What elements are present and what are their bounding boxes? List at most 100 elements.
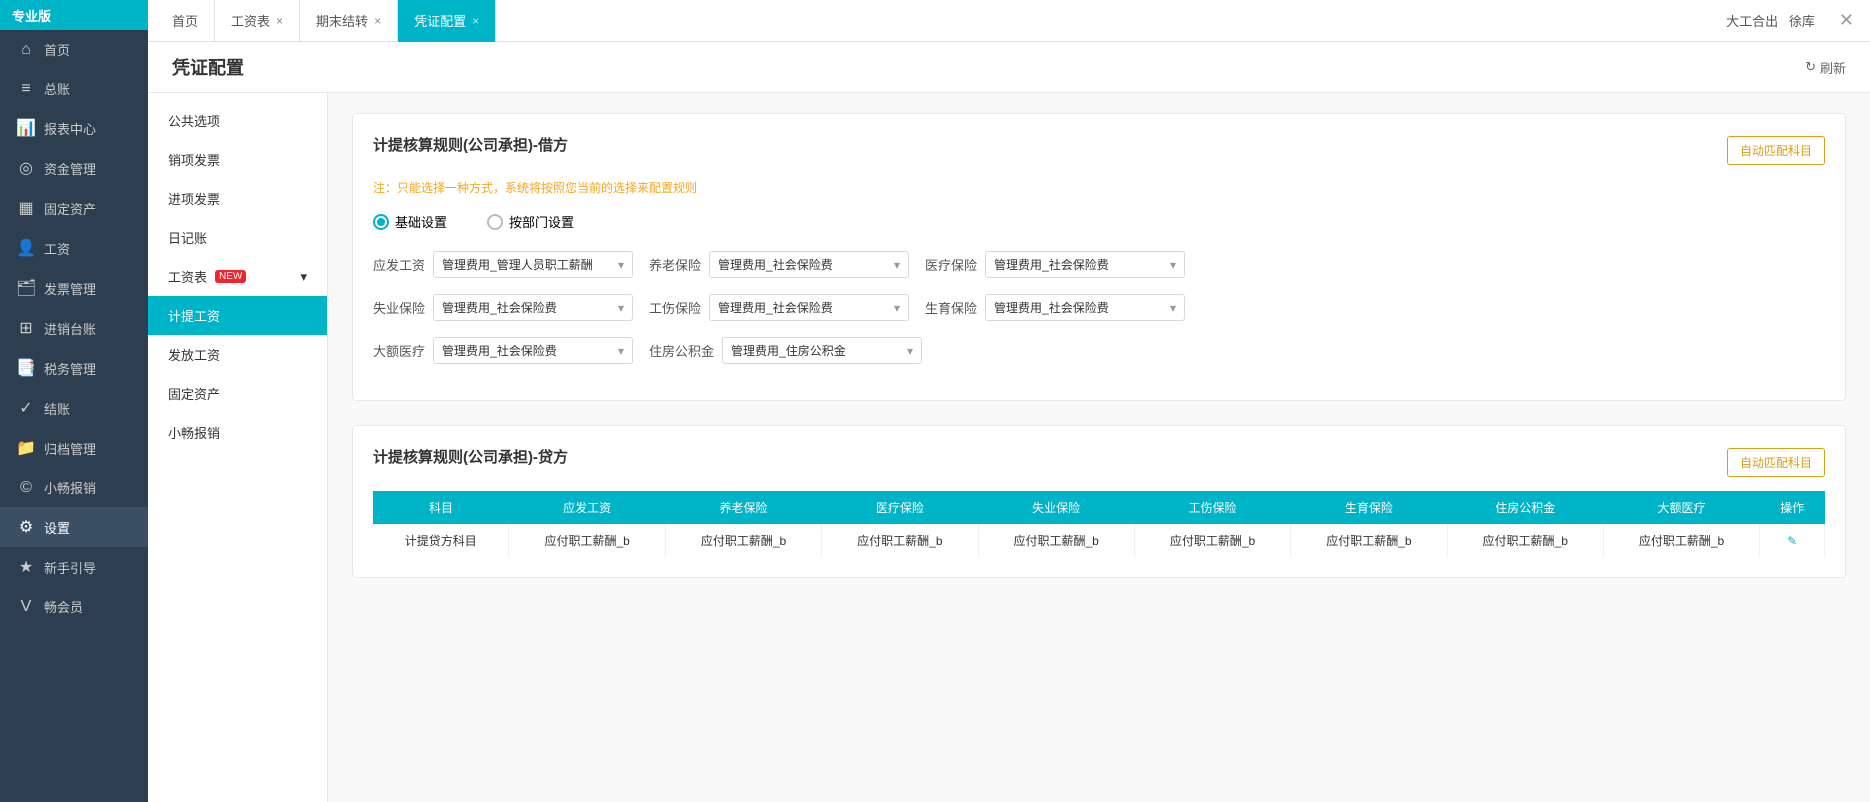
sidebar: 专业版 ⌂ 首页 ≡ 总账 📊 报表中心 ◎ 资金管理 ▦ 固定资产 👤 工资 … xyxy=(0,0,148,802)
sidebar-item-fund-mgmt[interactable]: ◎ 资金管理 xyxy=(0,148,148,188)
nav-journal[interactable]: 日记账 xyxy=(148,218,327,257)
sidebar-item-label: 发票管理 xyxy=(44,279,96,298)
nav-xiaochang-expense[interactable]: 小畅报销 xyxy=(148,413,327,452)
col-header-maternity: 生育保险 xyxy=(1291,491,1447,524)
close-voucher-config-tab[interactable]: × xyxy=(472,14,479,28)
debit-form-item-injury: 工伤保险 管理费用_社会保险费 ▾ xyxy=(649,294,909,321)
sidebar-item-archive-mgmt[interactable]: 📁 归档管理 xyxy=(0,428,148,468)
debit-form-item-pension: 养老保险 管理费用_社会保险费 ▾ xyxy=(649,251,909,278)
debit-section: 计提核算规则(公司承担)-借方 自动匹配科目 注：只能选择一种方式，系统将按照您… xyxy=(352,113,1846,401)
unemployment-label: 失业保险 xyxy=(373,298,425,317)
settings-icon: ⚙ xyxy=(16,517,36,537)
col-header-unemployment: 失业保险 xyxy=(978,491,1134,524)
debit-form-row-2: 失业保险 管理费用_社会保险费 ▾ 工伤保险 管理费用_社会保险费 ▾ xyxy=(373,294,1825,321)
debit-form-item-salary: 应发工资 管理费用_管理人员职工薪酬 ▾ xyxy=(373,251,633,278)
radio-basic-setup[interactable]: 基础设置 xyxy=(373,212,447,231)
nav-purchase-invoice[interactable]: 进项发票 xyxy=(148,179,327,218)
tab-salary[interactable]: 工资表 × xyxy=(215,0,300,42)
debit-auto-match-button[interactable]: 自动匹配科目 xyxy=(1727,136,1825,165)
credit-section-title: 计提核算规则(公司承担)-贷方 xyxy=(373,446,568,467)
sidebar-item-report-center[interactable]: 📊 报表中心 xyxy=(0,108,148,148)
major-medical-select[interactable]: 管理费用_社会保险费 ▾ xyxy=(433,337,633,364)
sidebar-item-label: 归档管理 xyxy=(44,439,96,458)
debit-form-item-maternity: 生育保险 管理费用_社会保险费 ▾ xyxy=(925,294,1185,321)
sidebar-item-salary[interactable]: 👤 工资 xyxy=(0,228,148,268)
nav-sales-invoice[interactable]: 销项发票 xyxy=(148,140,327,179)
sidebar-item-vip[interactable]: V 畅会员 xyxy=(0,587,148,626)
chevron-down-icon: ▾ xyxy=(1170,258,1176,272)
topbar: 首页 工资表 × 期末结转 × 凭证配置 × 大工合出 徐库 ✕ xyxy=(148,0,1870,42)
col-header-major-medical: 大额医疗 xyxy=(1603,491,1759,524)
sidebar-item-label: 首页 xyxy=(44,40,70,59)
assets-icon: ▦ xyxy=(16,198,36,218)
col-header-salary: 应发工资 xyxy=(509,491,665,524)
sidebar-item-invoice-mgmt[interactable]: 🗂 发票管理 xyxy=(0,268,148,308)
debit-section-header: 计提核算规则(公司承担)-借方 自动匹配科目 xyxy=(373,134,1825,167)
salary-select[interactable]: 管理费用_管理人员职工薪酬 ▾ xyxy=(433,251,633,278)
debit-section-title: 计提核算规则(公司承担)-借方 xyxy=(373,134,568,155)
sidebar-item-settings[interactable]: ⚙ 设置 xyxy=(0,507,148,547)
debit-form-item-housing-fund: 住房公积金 管理费用_住房公积金 ▾ xyxy=(649,337,922,364)
cell-pension: 应付职工薪酬_b xyxy=(665,524,821,557)
sidebar-item-new-guide[interactable]: ★ 新手引导 xyxy=(0,547,148,587)
maternity-label: 生育保险 xyxy=(925,298,977,317)
radio-dept-setup[interactable]: 按部门设置 xyxy=(487,212,574,231)
debit-form-row-1: 应发工资 管理费用_管理人员职工薪酬 ▾ 养老保险 管理费用_社会保险费 ▾ xyxy=(373,251,1825,278)
tab-home[interactable]: 首页 xyxy=(156,0,215,42)
housing-fund-select[interactable]: 管理费用_住房公积金 ▾ xyxy=(722,337,922,364)
tab-period-end[interactable]: 期末结转 × xyxy=(300,0,398,42)
cell-major-medical: 应付职工薪酬_b xyxy=(1603,524,1759,557)
cell-housing-fund: 应付职工薪酬_b xyxy=(1447,524,1603,557)
medical-select[interactable]: 管理费用_社会保险费 ▾ xyxy=(985,251,1185,278)
nav-salary-table[interactable]: 工资表 NEW ▾ xyxy=(148,257,327,296)
vip-icon: V xyxy=(16,598,36,616)
medical-label: 医疗保险 xyxy=(925,255,977,274)
col-header-medical: 医疗保险 xyxy=(822,491,978,524)
expand-icon: ▾ xyxy=(300,269,307,285)
maternity-select[interactable]: 管理费用_社会保险费 ▾ xyxy=(985,294,1185,321)
pension-select[interactable]: 管理费用_社会保险费 ▾ xyxy=(709,251,909,278)
app-edition: 专业版 xyxy=(12,6,51,25)
edit-icon[interactable]: ✎ xyxy=(1787,534,1797,548)
salary-icon: 👤 xyxy=(16,238,36,258)
sidebar-item-label: 工资 xyxy=(44,239,70,258)
credit-auto-match-button[interactable]: 自动匹配科目 xyxy=(1727,448,1825,477)
sidebar-item-fixed-assets[interactable]: ▦ 固定资产 xyxy=(0,188,148,228)
cell-injury: 应付职工薪酬_b xyxy=(1134,524,1290,557)
sidebar-item-settlement[interactable]: ✓ 结账 xyxy=(0,388,148,428)
injury-select[interactable]: 管理费用_社会保险费 ▾ xyxy=(709,294,909,321)
debit-form-item-unemployment: 失业保险 管理费用_社会保险费 ▾ xyxy=(373,294,633,321)
sidebar-item-tax-mgmt[interactable]: 📑 税务管理 xyxy=(0,348,148,388)
chevron-down-icon: ▾ xyxy=(618,258,624,272)
sidebar-item-home[interactable]: ⌂ 首页 xyxy=(0,30,148,69)
sidebar-item-purchase-sales[interactable]: ⊞ 进销台账 xyxy=(0,308,148,348)
guide-icon: ★ xyxy=(16,557,36,577)
credit-section: 计提核算规则(公司承担)-贷方 自动匹配科目 科目 应发工资 养老保险 医疗保险… xyxy=(352,425,1846,578)
page-title: 凭证配置 xyxy=(172,54,244,80)
debit-radio-group: 基础设置 按部门设置 xyxy=(373,212,1825,231)
sidebar-item-xiaochang-report[interactable]: © 小畅报销 xyxy=(0,468,148,507)
nav-fixed-assets[interactable]: 固定资产 xyxy=(148,374,327,413)
credit-section-header: 计提核算规则(公司承担)-贷方 自动匹配科目 xyxy=(373,446,1825,479)
sidebar-item-general-ledger[interactable]: ≡ 总账 xyxy=(0,69,148,108)
window-close-button[interactable]: ✕ xyxy=(1831,10,1862,31)
cell-action[interactable]: ✎ xyxy=(1760,524,1825,557)
col-header-injury: 工伤保险 xyxy=(1134,491,1290,524)
nav-pay-salary[interactable]: 发放工资 xyxy=(148,335,327,374)
nav-accrual-salary[interactable]: 计提工资 xyxy=(148,296,327,335)
tab-voucher-config[interactable]: 凭证配置 × xyxy=(398,0,496,42)
close-salary-tab[interactable]: × xyxy=(276,14,283,28)
invoice-icon: 🗂 xyxy=(16,278,36,298)
refresh-button[interactable]: ↻ 刷新 xyxy=(1805,58,1846,77)
sidebar-item-label: 总账 xyxy=(44,79,70,98)
tax-icon: 📑 xyxy=(16,358,36,378)
nav-public-options[interactable]: 公共选项 xyxy=(148,101,327,140)
topbar-right: 大工合出 徐库 xyxy=(1726,11,1831,30)
major-medical-label: 大额医疗 xyxy=(373,341,425,360)
close-period-end-tab[interactable]: × xyxy=(374,14,381,28)
sidebar-item-label: 畅会员 xyxy=(44,597,83,616)
archive-icon: 📁 xyxy=(16,438,36,458)
col-header-housing-fund: 住房公积金 xyxy=(1447,491,1603,524)
salary-label: 应发工资 xyxy=(373,255,425,274)
unemployment-select[interactable]: 管理费用_社会保险费 ▾ xyxy=(433,294,633,321)
